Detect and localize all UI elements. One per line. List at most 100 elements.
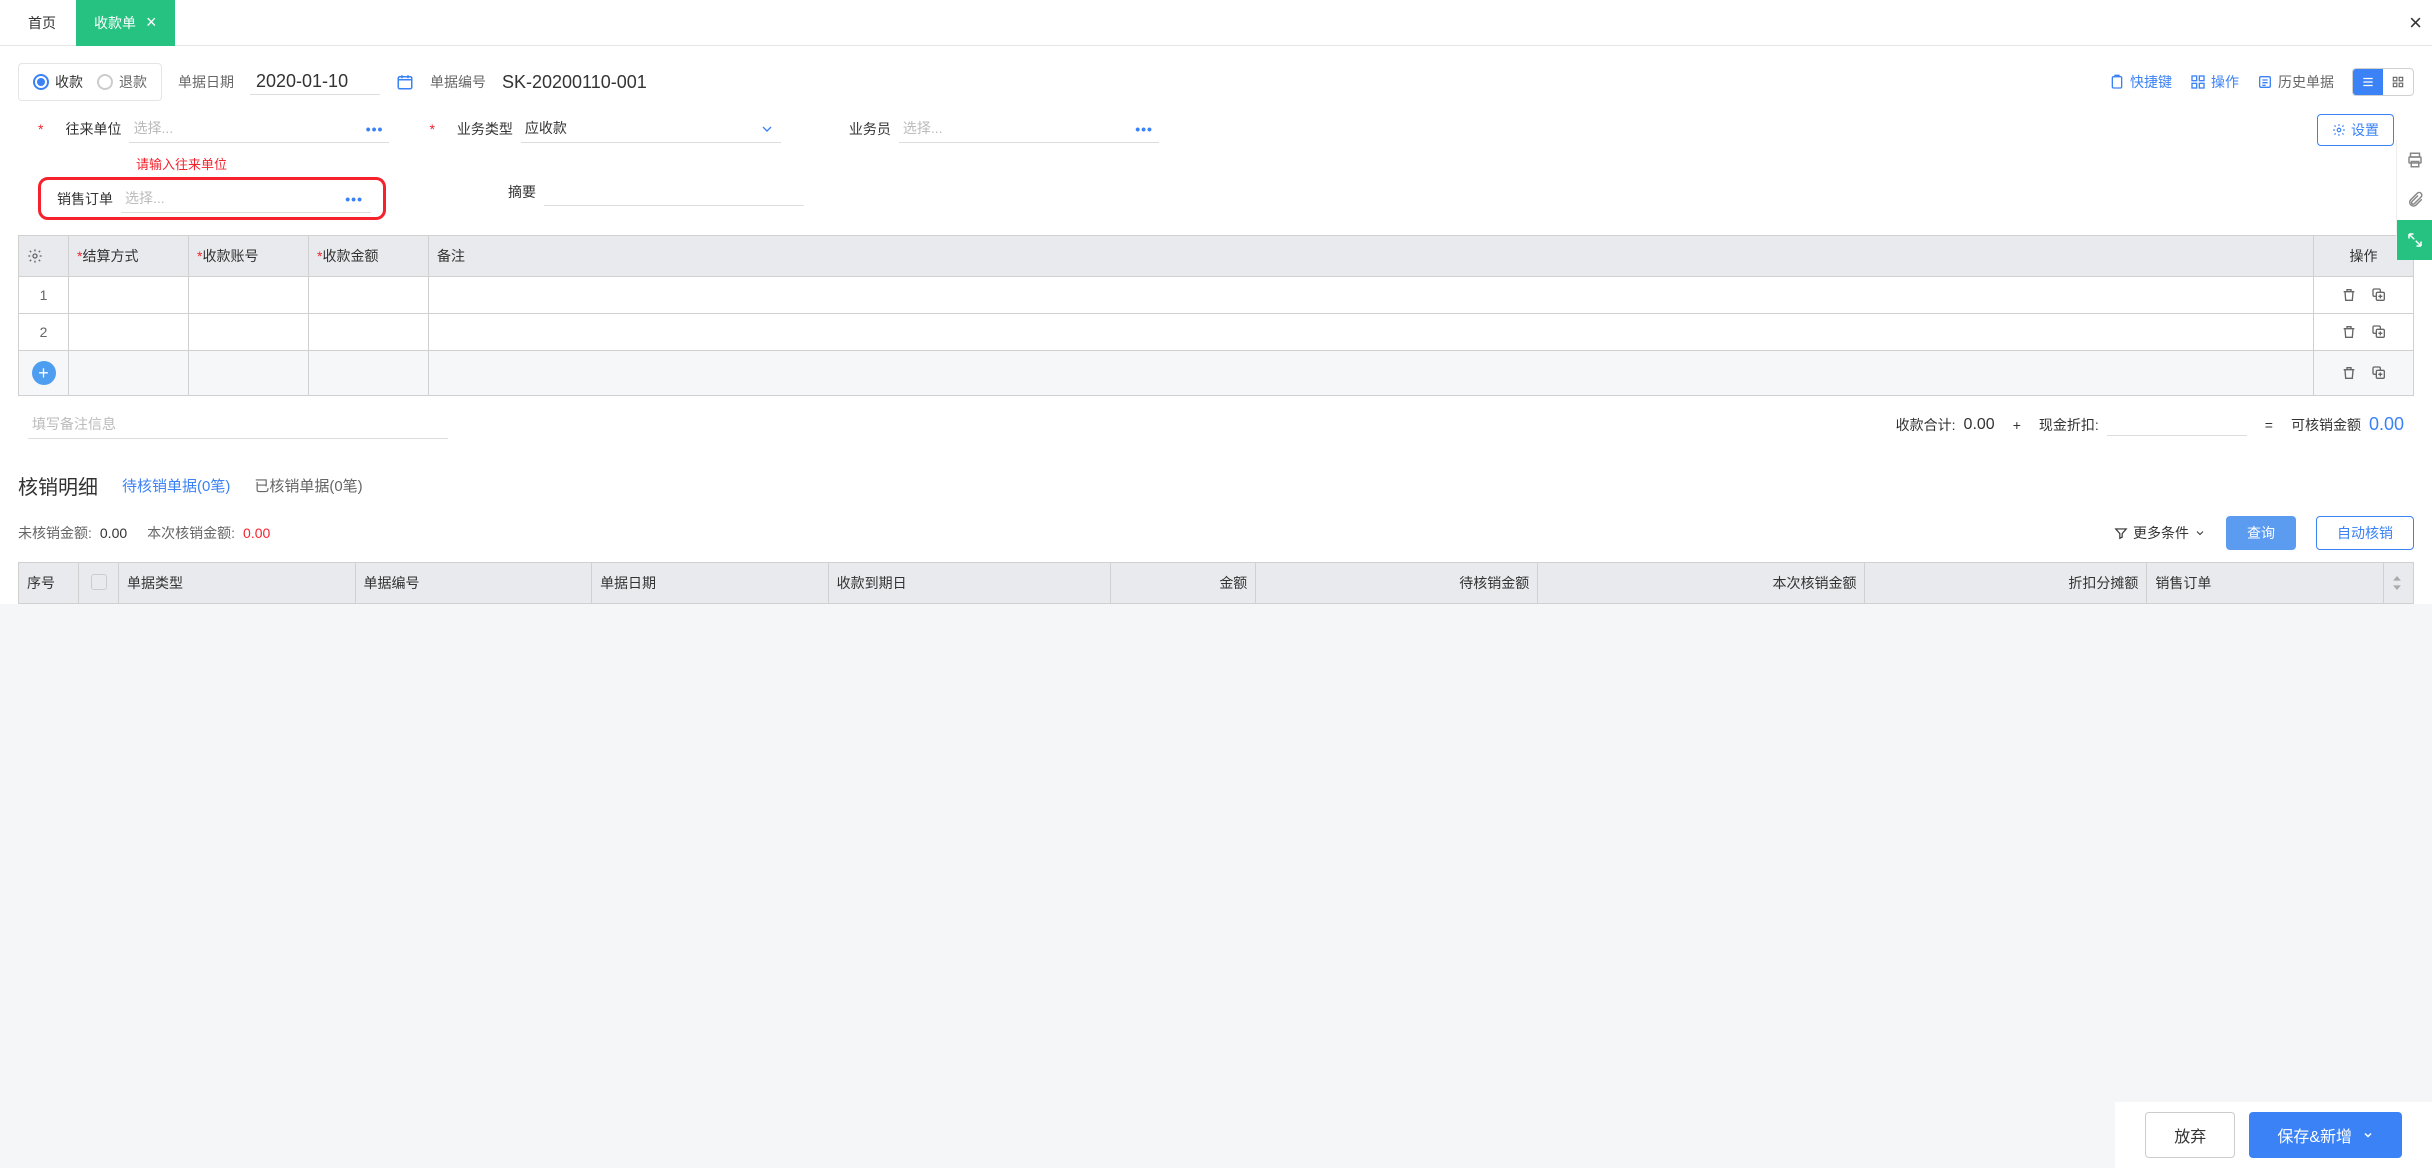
list-icon [2257, 74, 2273, 90]
tab-receipt[interactable]: 收款单 × [76, 0, 175, 46]
col-discount: 折扣分摊额 [1865, 563, 2147, 604]
salesman-input[interactable] [899, 114, 1159, 143]
settings-button[interactable]: 设置 [2317, 114, 2394, 146]
biztype-input[interactable] [521, 114, 781, 143]
chevron-down-icon [2362, 1129, 2374, 1141]
col-amount: 收款金额 [322, 248, 378, 264]
calendar-icon[interactable] [396, 73, 414, 91]
view-list-button[interactable] [2353, 69, 2383, 95]
ops-button[interactable]: 操作 [2190, 72, 2239, 92]
date-input[interactable]: 2020-01-10 [250, 69, 380, 95]
chevron-down-icon [2194, 527, 2206, 539]
radio-icon [33, 74, 49, 90]
summary-input[interactable] [544, 177, 804, 206]
clipboard-icon [2109, 74, 2125, 90]
col-account: 收款账号 [202, 248, 258, 264]
summary-label: 摘要 [466, 182, 536, 202]
table-row[interactable]: 1 [19, 277, 2414, 314]
remark-input[interactable] [28, 410, 448, 439]
summary-row: 收款合计: 0.00 + 现金折扣: = 可核销金额 0.00 [18, 396, 2414, 453]
discount-input[interactable] [2107, 414, 2247, 436]
more-conditions-button[interactable]: 更多条件 [2114, 523, 2206, 543]
lookup-icon[interactable]: ••• [1135, 121, 1153, 137]
total-value: 0.00 [1964, 416, 1995, 434]
writeoff-section: 核销明细 待核销单据(0笔) 已核销单据(0笔) [18, 453, 2414, 510]
side-tools [2396, 140, 2432, 260]
docno-value: SK-20200110-001 [502, 72, 647, 93]
footer-bar: 放弃 保存&新增 [2115, 1102, 2432, 1168]
eq-sign: = [2265, 417, 2273, 433]
chevron-down-icon[interactable] [759, 121, 775, 137]
header-row: 收款 退款 单据日期 2020-01-10 单据编号 SK-20200110-0… [18, 60, 2414, 104]
thiswriteoff-label: 本次核销金额: [147, 523, 235, 543]
tab-pending[interactable]: 待核销单据(0笔) [122, 475, 230, 496]
tab-done[interactable]: 已核销单据(0笔) [254, 475, 362, 496]
attach-icon[interactable] [2396, 180, 2432, 220]
salesman-label: 业务员 [821, 119, 891, 139]
date-label: 单据日期 [178, 72, 234, 92]
col-remark: 备注 [429, 236, 2314, 277]
col-gear[interactable] [19, 236, 69, 277]
radio-receive-label: 收款 [55, 72, 83, 92]
lookup-icon[interactable]: ••• [345, 191, 363, 207]
close-icon[interactable]: × [146, 12, 157, 33]
copy-icon[interactable] [2371, 324, 2387, 340]
sales-order-highlight: 销售订单 ••• [38, 177, 386, 220]
delete-icon[interactable] [2341, 324, 2357, 340]
query-button[interactable]: 查询 [2226, 516, 2296, 550]
filter-icon [2114, 526, 2128, 540]
copy-icon[interactable] [2371, 287, 2387, 303]
radio-receive[interactable]: 收款 [33, 72, 83, 92]
shortcut-button[interactable]: 快捷键 [2109, 72, 2172, 92]
col-method: 结算方式 [82, 248, 138, 264]
select-all-checkbox[interactable] [91, 574, 107, 590]
col-amount: 金额 [1110, 563, 1256, 604]
save-button[interactable]: 保存&新增 [2249, 1112, 2402, 1158]
detail-table: 序号 单据类型 单据编号 单据日期 收款到期日 金额 待核销金额 本次核销金额 … [18, 562, 2414, 604]
col-pending: 待核销金额 [1256, 563, 1538, 604]
auto-writeoff-button[interactable]: 自动核销 [2316, 516, 2414, 550]
expand-icon[interactable] [2396, 220, 2432, 260]
writeoff-title: 核销明细 [18, 471, 98, 500]
app-close-icon[interactable]: × [2409, 10, 2422, 36]
party-field: * 往来单位 ••• [38, 114, 389, 143]
col-sort[interactable] [2384, 563, 2414, 604]
filter-row: 未核销金额: 0.00 本次核销金额: 0.00 更多条件 查询 自动核销 [18, 510, 2414, 562]
gear-icon [27, 248, 43, 264]
radio-refund[interactable]: 退款 [97, 72, 147, 92]
col-no: 单据编号 [355, 563, 592, 604]
biztype-label: 业务类型 [443, 119, 513, 139]
view-card-button[interactable] [2383, 69, 2413, 95]
col-seq: 序号 [19, 563, 79, 604]
sales-order-input[interactable] [121, 184, 371, 213]
cancel-button[interactable]: 放弃 [2145, 1112, 2235, 1158]
unwriteoff-value: 0.00 [100, 525, 127, 541]
party-input[interactable] [129, 114, 389, 143]
sort-icon [2392, 576, 2402, 590]
col-type: 单据类型 [119, 563, 356, 604]
summary-field: 摘要 [466, 177, 804, 206]
salesman-field: 业务员 ••• [821, 114, 1159, 143]
history-button[interactable]: 历史单据 [2257, 72, 2334, 92]
copy-icon[interactable] [2371, 365, 2387, 381]
unwriteoff-label: 未核销金额: [18, 523, 92, 543]
delete-icon[interactable] [2341, 287, 2357, 303]
print-icon[interactable] [2396, 140, 2432, 180]
lookup-icon[interactable]: ••• [366, 121, 384, 137]
docno-label: 单据编号 [430, 72, 486, 92]
col-order: 销售订单 [2147, 563, 2384, 604]
type-toggle: 收款 退款 [18, 63, 162, 101]
party-label: 往来单位 [51, 119, 121, 139]
tab-home[interactable]: 首页 [8, 0, 76, 46]
col-due: 收款到期日 [828, 563, 1110, 604]
tabs-bar: 首页 收款单 × × [0, 0, 2432, 46]
required-icon: * [429, 121, 434, 137]
writeoff-label: 可核销金额 [2291, 415, 2361, 435]
table-row[interactable]: 2 [19, 314, 2414, 351]
tab-receipt-label: 收款单 [94, 13, 136, 33]
delete-icon[interactable] [2341, 365, 2357, 381]
add-row-button[interactable]: + [32, 361, 56, 385]
radio-icon [97, 74, 113, 90]
radio-refund-label: 退款 [119, 72, 147, 92]
total-label: 收款合计: [1896, 415, 1956, 435]
